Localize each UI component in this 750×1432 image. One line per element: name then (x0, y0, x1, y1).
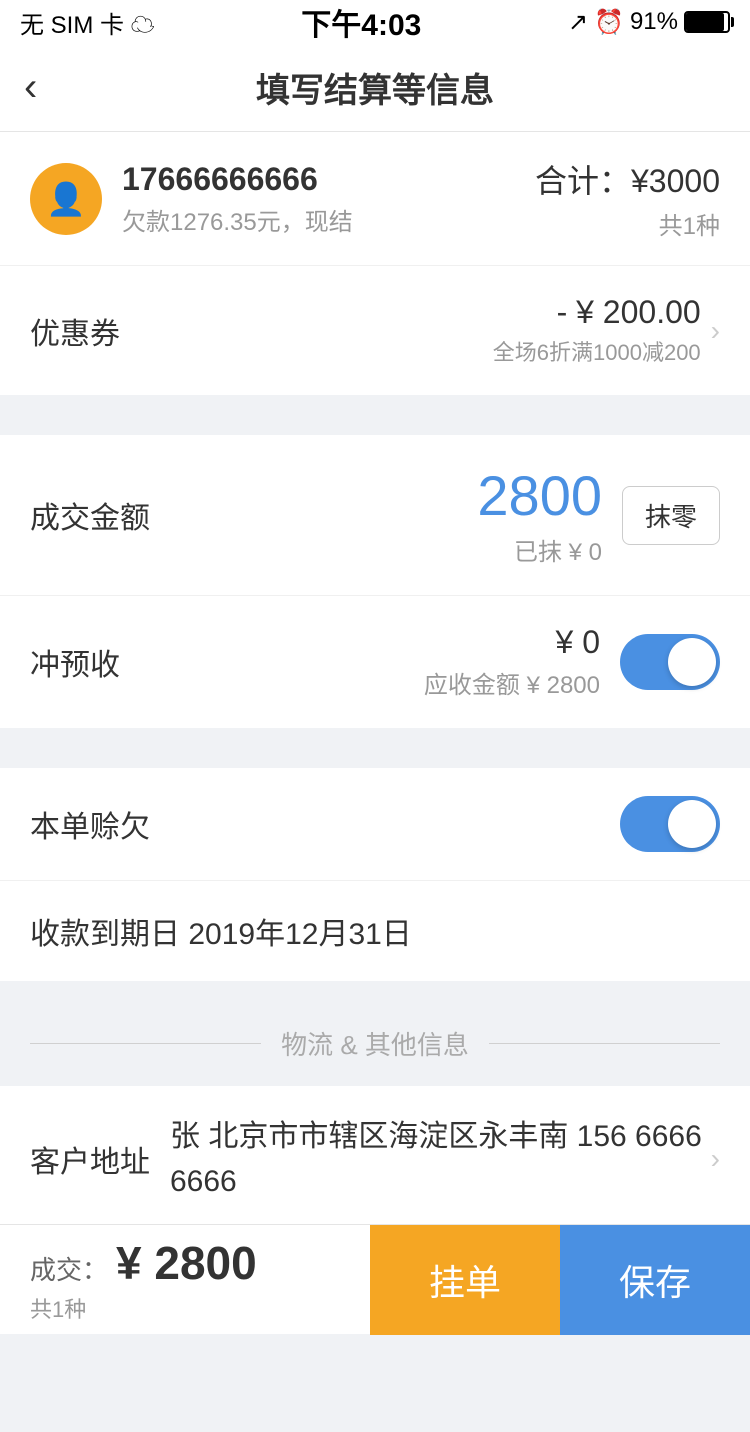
coupon-right: - ¥ 200.00 全场6折满1000减200 › (493, 294, 720, 367)
bottom-deal-row: 成交： ¥ 2800 (30, 1236, 340, 1290)
total-amount: 合计：¥3000 (535, 156, 720, 202)
deal-amount-wrap: 2800 已抹 ¥ 0 (477, 463, 602, 567)
page-title: 填写结算等信息 (256, 63, 494, 112)
section-sep-1 (0, 415, 750, 435)
status-bar: 无 SIM 卡 ☁ 下午4:03 ↗ ⏰ 91% (0, 0, 750, 44)
due-label: 收款到期日 2019年12月31日 (30, 918, 412, 951)
toggle-knob (668, 638, 716, 686)
credit-label: 本单赊欠 (30, 802, 150, 846)
logistics-divider: 物流 & 其他信息 (0, 1001, 750, 1086)
section-sep-2 (0, 748, 750, 768)
address-chevron-icon: › (711, 1143, 720, 1175)
back-button[interactable]: ‹ (24, 65, 37, 110)
prepay-label: 冲预收 (30, 640, 120, 684)
sim-label: 无 SIM 卡 ☁ (20, 5, 155, 40)
avatar: 👤 (30, 163, 102, 235)
coupon-discount: - ¥ 200.00 (493, 294, 701, 331)
prepay-row: 冲预收 ¥ 0 应收金额 ¥ 2800 (0, 595, 750, 728)
prepay-right: ¥ 0 应收金额 ¥ 2800 (424, 624, 720, 700)
credit-toggle[interactable] (620, 796, 720, 852)
address-row[interactable]: 客户地址 张 北京市市辖区海淀区永丰南 156 6666 6666 › (0, 1086, 750, 1232)
coupon-desc: 全场6折满1000减200 (493, 335, 701, 367)
credit-row: 本单赊欠 (0, 768, 750, 880)
logistics-divider-text: 物流 & 其他信息 (281, 1025, 469, 1062)
prepay-value: ¥ 0 (424, 624, 600, 661)
due-row: 收款到期日 2019年12月31日 (0, 880, 750, 981)
coupon-label: 优惠券 (30, 309, 120, 353)
bottom-deal-count: 共1种 (30, 1292, 340, 1324)
bottom-left: 成交： ¥ 2800 共1种 (0, 1236, 370, 1324)
customer-sub: 欠款1276.35元，现结 (122, 202, 353, 237)
credit-card: 本单赊欠 收款到期日 2019年12月31日 (0, 768, 750, 981)
customer-card: 👤 17666666666 欠款1276.35元，现结 合计：¥3000 共1种… (0, 132, 750, 395)
prepay-val-wrap: ¥ 0 应收金额 ¥ 2800 (424, 624, 600, 700)
deal-right: 2800 已抹 ¥ 0 抹零 (477, 463, 720, 567)
divider-line-left (30, 1043, 261, 1044)
battery-percent: 91% (630, 8, 678, 36)
deal-amount-value: 2800 (477, 463, 602, 528)
customer-left: 👤 17666666666 欠款1276.35元，现结 (30, 161, 353, 237)
nav-bar: ‹ 填写结算等信息 (0, 44, 750, 132)
total-count: 共1种 (535, 206, 720, 241)
customer-phone: 17666666666 (122, 161, 353, 198)
bottom-deal-amount: ¥ 2800 (116, 1236, 257, 1290)
save-button[interactable]: 保存 (560, 1225, 750, 1335)
status-left: 无 SIM 卡 ☁ (20, 5, 155, 40)
bottom-deal-label: 成交： (30, 1250, 108, 1287)
customer-right: 合计：¥3000 共1种 (535, 156, 720, 241)
coupon-info: - ¥ 200.00 全场6折满1000减200 (493, 294, 701, 367)
location-icon: ↗ (568, 8, 588, 37)
status-time: 下午4:03 (301, 0, 421, 44)
bottom-bar: 成交： ¥ 2800 共1种 挂单 保存 (0, 1224, 750, 1334)
address-label: 客户地址 (30, 1137, 150, 1181)
alarm-icon: ⏰ (594, 8, 624, 37)
credit-toggle-knob (668, 800, 716, 848)
round-button[interactable]: 抹零 (622, 486, 720, 545)
coupon-row[interactable]: 优惠券 - ¥ 200.00 全场6折满1000减200 › (0, 266, 750, 395)
prepay-toggle[interactable] (620, 634, 720, 690)
customer-row: 👤 17666666666 欠款1276.35元，现结 合计：¥3000 共1种 (0, 132, 750, 266)
battery-icon (684, 11, 730, 33)
address-value: 张 北京市市辖区海淀区永丰南 156 6666 6666 (170, 1114, 711, 1204)
deal-amount-row: 成交金额 2800 已抹 ¥ 0 抹零 (0, 435, 750, 595)
address-card: 客户地址 张 北京市市辖区海淀区永丰南 156 6666 6666 › (0, 1086, 750, 1232)
divider-line-right (489, 1043, 720, 1044)
status-right: ↗ ⏰ 91% (568, 8, 730, 37)
chevron-right-icon: › (711, 315, 720, 347)
deal-sub: 已抹 ¥ 0 (477, 532, 602, 567)
customer-info: 17666666666 欠款1276.35元，现结 (122, 161, 353, 237)
deal-amount-label: 成交金额 (30, 493, 150, 537)
hold-button[interactable]: 挂单 (370, 1225, 560, 1335)
prepay-sub: 应收金额 ¥ 2800 (424, 665, 600, 700)
deal-amount-card: 成交金额 2800 已抹 ¥ 0 抹零 冲预收 ¥ 0 应收金额 ¥ 2800 (0, 435, 750, 728)
